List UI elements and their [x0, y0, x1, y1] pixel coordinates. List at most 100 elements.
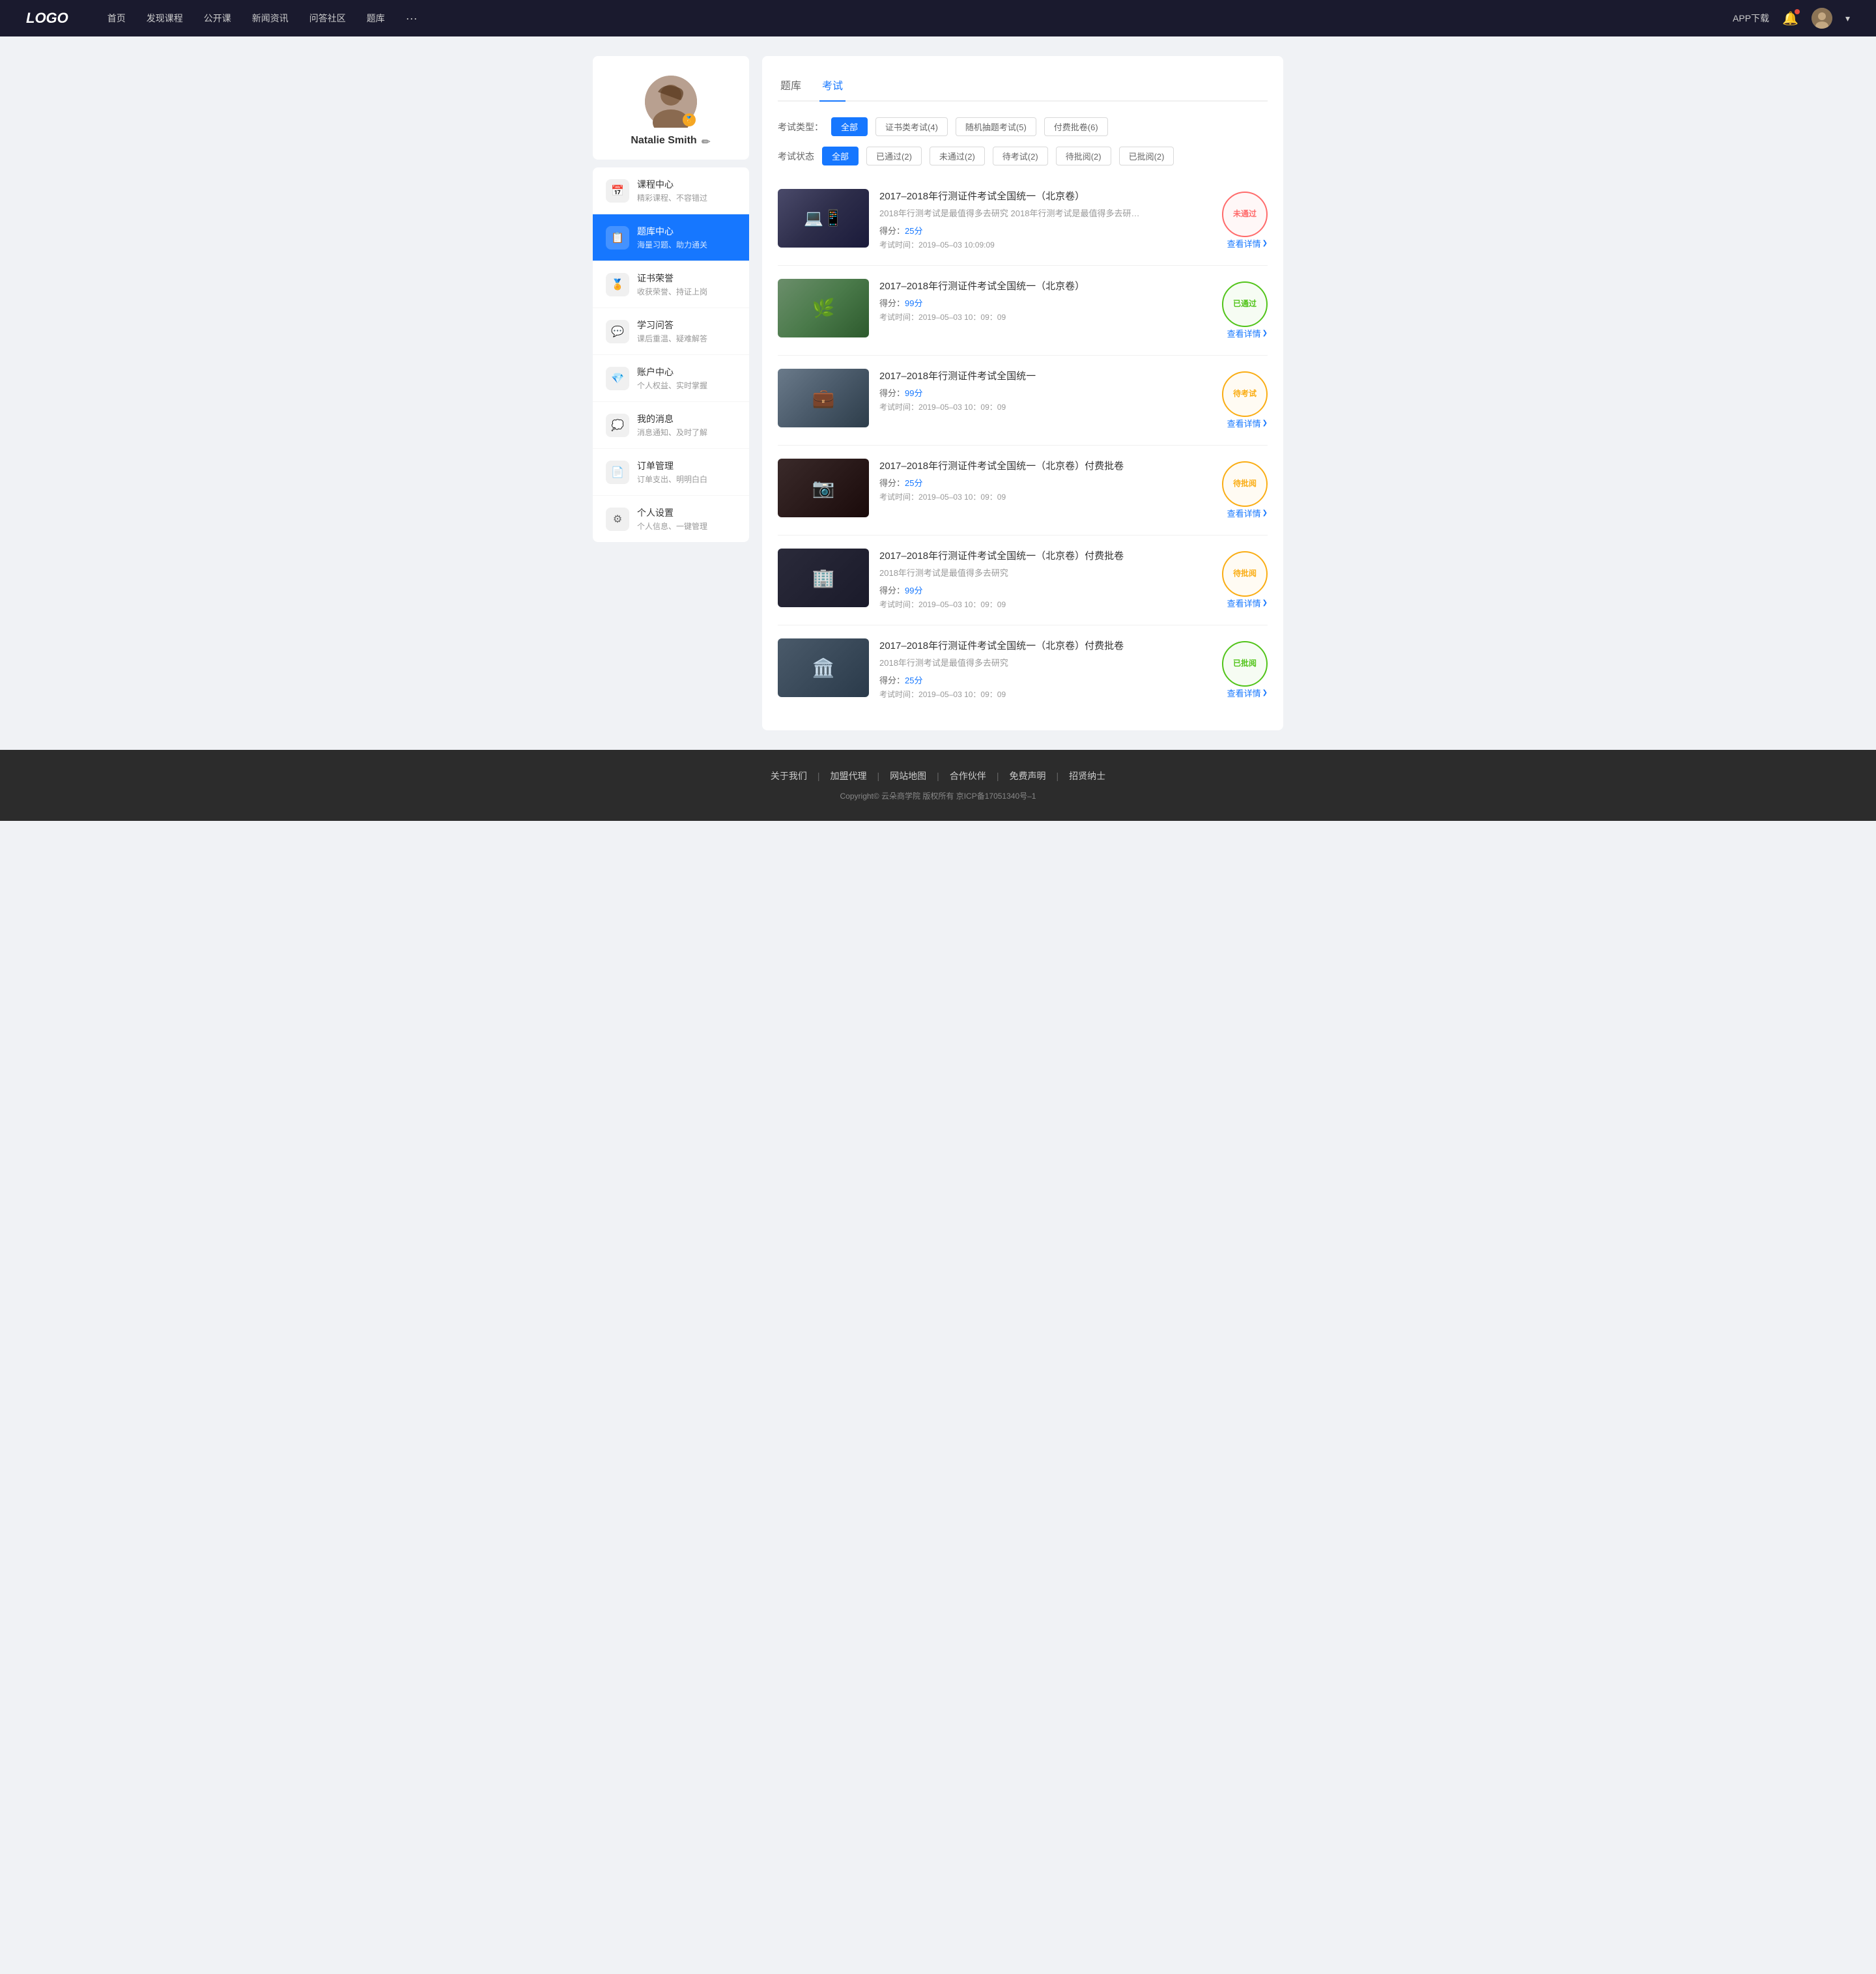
filter-status-pending[interactable]: 待考试(2) [993, 147, 1048, 165]
filter-type-row: 考试类型： 全部 证书类考试(4) 随机抽题考试(5) 付费批卷(6) [778, 117, 1268, 136]
nav-exam[interactable]: 题库 [367, 12, 385, 25]
exam-title-5: 2017–2018年行测证件考试全国统一（北京卷）付费批卷 [879, 549, 1192, 562]
footer-disclaimer[interactable]: 免费声明 [1009, 769, 1045, 782]
exam-time-2: 考试时间：2019–05–03 10：09：09 [879, 311, 1192, 322]
exam-status-5: 待批阅 [1222, 551, 1268, 597]
exam-title-4: 2017–2018年行测证件考试全国统一（北京卷）付费批卷 [879, 459, 1192, 472]
exam-score-6: 得分：25分 [879, 674, 1192, 686]
footer-sep-3: | [937, 771, 939, 781]
exam-action-1: 未通过 查看详情 [1202, 189, 1268, 252]
nav-home[interactable]: 首页 [107, 12, 126, 25]
exam-subtitle: 海量习题、助力通关 [637, 239, 736, 250]
footer-copyright: Copyright© 云朵商学院 版权所有 京ICP备17051340号–1 [26, 790, 1850, 801]
list-item: 2017–2018年行测证件考试全国统一（北京卷）付费批卷 2018年行测考试是… [778, 536, 1268, 625]
settings-icon: ⚙ [606, 508, 629, 531]
exam-score-4: 得分：25分 [879, 476, 1192, 489]
nav-more[interactable]: ··· [406, 12, 418, 25]
exam-status-1: 未通过 [1222, 192, 1268, 237]
exam-status-6: 已批阅 [1222, 641, 1268, 687]
exam-desc-1: 2018年行测考试是最值得多去研究 2018年行测考试是最值得多去研究 2018… [879, 207, 1140, 219]
sidebar-item-account[interactable]: 💎 账户中心 个人权益、实时掌握 [593, 355, 749, 402]
nav-discover[interactable]: 发现课程 [147, 12, 183, 25]
avatar[interactable] [1812, 8, 1832, 29]
navbar: LOGO 首页 发现课程 公开课 新闻资讯 问答社区 题库 ··· APP下载 … [0, 0, 1876, 36]
notification-bell[interactable]: 🔔 [1782, 10, 1798, 27]
exam-time-4: 考试时间：2019–05–03 10：09：09 [879, 491, 1192, 502]
badge-icon: 🏅 [685, 117, 693, 124]
messages-title: 我的消息 [637, 412, 736, 425]
exam-info-4: 2017–2018年行测证件考试全国统一（北京卷）付费批卷 得分：25分 考试时… [879, 459, 1192, 502]
filter-status-reviewing[interactable]: 待批阅(2) [1056, 147, 1111, 165]
exam-thumb-4 [778, 459, 869, 517]
sidebar: 🏅 Natalie Smith ✏ 📅 课程中心 精彩课程、不容错过 📋 题库中… [593, 56, 749, 730]
logo[interactable]: LOGO [26, 10, 68, 27]
exam-info-1: 2017–2018年行测证件考试全国统一（北京卷） 2018年行测考试是最值得多… [879, 189, 1192, 250]
exam-detail-link-4[interactable]: 查看详情 [1227, 507, 1268, 519]
sidebar-item-qa[interactable]: 💬 学习问答 课后重温、疑难解答 [593, 308, 749, 355]
settings-subtitle: 个人信息、一键管理 [637, 521, 736, 532]
exam-info-6: 2017–2018年行测证件考试全国统一（北京卷）付费批卷 2018年行测考试是… [879, 638, 1192, 700]
settings-title: 个人设置 [637, 506, 736, 519]
profile-badge: 🏅 [683, 113, 696, 126]
sidebar-item-course[interactable]: 📅 课程中心 精彩课程、不容错过 [593, 167, 749, 214]
nav-links: 首页 发现课程 公开课 新闻资讯 问答社区 题库 ··· [107, 12, 1733, 25]
exam-action-3: 待考试 查看详情 [1202, 369, 1268, 432]
exam-title-1: 2017–2018年行测证件考试全国统一（北京卷） [879, 189, 1192, 203]
sidebar-item-cert[interactable]: 🏅 证书荣誉 收获荣誉、持证上岗 [593, 261, 749, 308]
filter-type-random[interactable]: 随机抽题考试(5) [956, 117, 1036, 136]
exam-time-1: 考试时间：2019–05–03 10:09:09 [879, 239, 1192, 250]
exam-score-1: 得分：25分 [879, 224, 1192, 236]
exam-info-5: 2017–2018年行测证件考试全国统一（北京卷）付费批卷 2018年行测考试是… [879, 549, 1192, 610]
exam-detail-link-6[interactable]: 查看详情 [1227, 687, 1268, 699]
filter-status-failed[interactable]: 未通过(2) [930, 147, 985, 165]
exam-title: 题库中心 [637, 225, 736, 238]
nav-qa[interactable]: 问答社区 [309, 12, 346, 25]
tab-exam-bank[interactable]: 题库 [778, 72, 804, 100]
list-item: 2017–2018年行测证件考试全国统一（北京卷） 得分：99分 考试时间：20… [778, 266, 1268, 356]
footer-jobs[interactable]: 招贤纳士 [1069, 769, 1105, 782]
nav-news[interactable]: 新闻资讯 [252, 12, 289, 25]
sidebar-item-orders[interactable]: 📄 订单管理 订单支出、明明白白 [593, 449, 749, 496]
profile-edit-icon[interactable]: ✏ [701, 136, 711, 146]
content-tabs: 题库 考试 [778, 72, 1268, 102]
qa-title: 学习问答 [637, 319, 736, 332]
exam-detail-link-5[interactable]: 查看详情 [1227, 597, 1268, 609]
tab-exam-test[interactable]: 考试 [819, 72, 846, 100]
exam-score-3: 得分：99分 [879, 386, 1192, 399]
filter-status-label: 考试状态 [778, 150, 814, 163]
exam-action-2: 已通过 查看详情 [1202, 279, 1268, 342]
footer-sitemap[interactable]: 网站地图 [890, 769, 926, 782]
footer-sep-5: | [1056, 771, 1059, 781]
footer: 关于我们 | 加盟代理 | 网站地图 | 合作伙伴 | 免费声明 | 招贤纳士 … [0, 750, 1876, 821]
filter-type-cert[interactable]: 证书类考试(4) [875, 117, 948, 136]
exam-time-5: 考试时间：2019–05–03 10：09：09 [879, 599, 1192, 610]
sidebar-item-messages[interactable]: 💭 我的消息 消息通知、及时了解 [593, 402, 749, 449]
footer-agent[interactable]: 加盟代理 [831, 769, 867, 782]
exam-detail-link-3[interactable]: 查看详情 [1227, 417, 1268, 429]
filter-status-reviewed[interactable]: 已批阅(2) [1119, 147, 1174, 165]
footer-about[interactable]: 关于我们 [771, 769, 807, 782]
nav-open-course[interactable]: 公开课 [204, 12, 231, 25]
footer-partner[interactable]: 合作伙伴 [950, 769, 986, 782]
qa-subtitle: 课后重温、疑难解答 [637, 333, 736, 344]
messages-icon: 💭 [606, 414, 629, 437]
filter-type-all[interactable]: 全部 [831, 117, 868, 136]
sidebar-item-exam[interactable]: 📋 题库中心 海量习题、助力通关 [593, 214, 749, 261]
list-item: 2017–2018年行测证件考试全国统一（北京卷）付费批卷 得分：25分 考试时… [778, 446, 1268, 536]
list-item: 2017–2018年行测证件考试全国统一 得分：99分 考试时间：2019–05… [778, 356, 1268, 446]
exam-thumb-1 [778, 189, 869, 248]
messages-subtitle: 消息通知、及时了解 [637, 427, 736, 438]
footer-sep-4: | [997, 771, 999, 781]
sidebar-item-settings[interactable]: ⚙ 个人设置 个人信息、一键管理 [593, 496, 749, 542]
exam-detail-link-2[interactable]: 查看详情 [1227, 327, 1268, 339]
filter-status-all[interactable]: 全部 [822, 147, 859, 165]
exam-title-2: 2017–2018年行测证件考试全国统一（北京卷） [879, 279, 1192, 293]
app-download[interactable]: APP下载 [1733, 12, 1769, 25]
filter-status-passed[interactable]: 已通过(2) [866, 147, 922, 165]
exam-detail-link-1[interactable]: 查看详情 [1227, 237, 1268, 250]
cert-subtitle: 收获荣誉、持证上岗 [637, 286, 736, 297]
user-dropdown-chevron[interactable]: ▾ [1845, 13, 1850, 24]
orders-icon: 📄 [606, 461, 629, 484]
cert-icon: 🏅 [606, 273, 629, 296]
filter-type-paid[interactable]: 付费批卷(6) [1044, 117, 1108, 136]
